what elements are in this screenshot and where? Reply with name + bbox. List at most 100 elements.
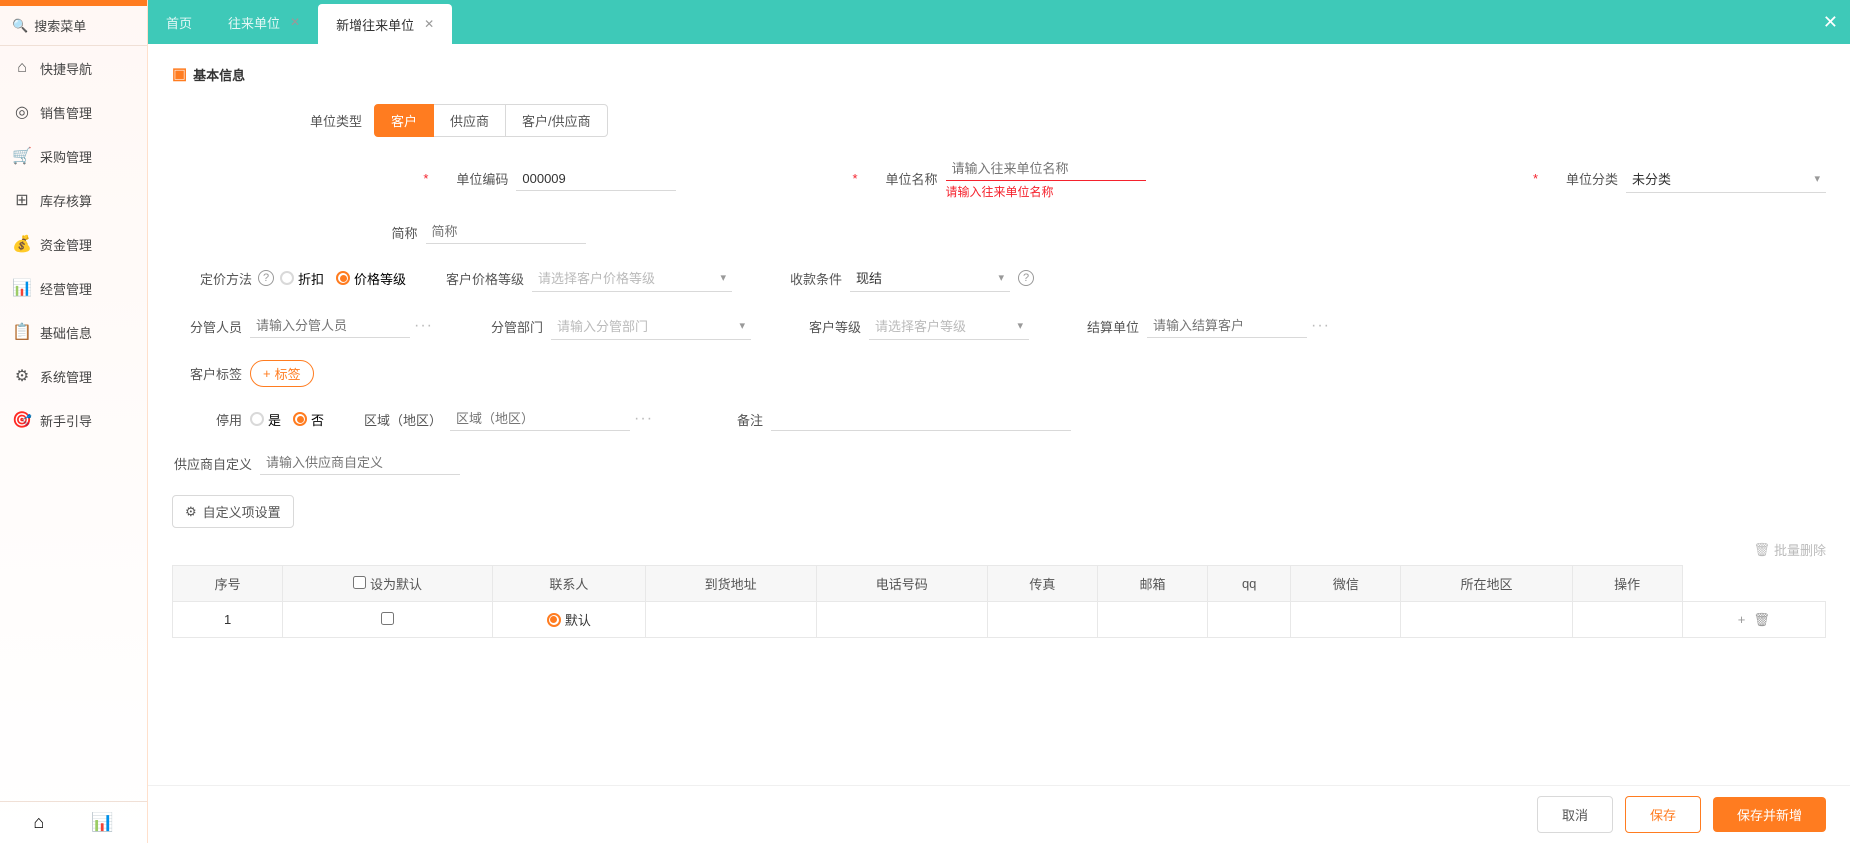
footer-bar: 取消 保存 保存并新增 <box>148 785 1850 843</box>
unit-type-label: 单位类型 <box>292 111 362 130</box>
save-button[interactable]: 保存 <box>1625 796 1701 833</box>
tab-close-new-partner[interactable]: ✕ <box>424 17 434 31</box>
finance-icon: 💰 <box>12 234 32 254</box>
table-header-cell: qq <box>1208 566 1291 602</box>
payment-info-icon[interactable]: ? <box>1018 270 1034 286</box>
unit-category-value: 未分类 <box>1632 169 1671 188</box>
disabled-yes-radio[interactable]: 是 <box>250 410 281 429</box>
short-name-input[interactable] <box>426 220 586 244</box>
column-header-default: 设为默认 <box>366 577 422 592</box>
customer-level-placeholder: 请选择客户等级 <box>875 316 966 335</box>
pricing-row: 定价方法 ? 折扣 价格等级 客户价格等级 请选择客户价格等级 <box>172 264 1826 292</box>
chevron-down-icon4: ▾ <box>739 319 745 332</box>
pricing-method-label: 定价方法 <box>172 269 252 288</box>
unit-type-both-button[interactable]: 客户/供应商 <box>505 104 608 137</box>
payment-terms-select[interactable]: 现结 ▾ <box>850 264 1010 292</box>
sidebar-label-system: 系统管理 <box>40 367 92 386</box>
page-content: ▣ 基本信息 单位类型 客户供应商客户/供应商 * 单位编码 * 单位名称 请输… <box>148 44 1850 785</box>
pricing-level-radio[interactable]: 价格等级 <box>336 269 406 288</box>
customer-level-select[interactable]: 请选择客户等级 ▾ <box>869 312 1029 340</box>
disabled-label: 停用 <box>172 410 242 429</box>
select-all-checkbox[interactable] <box>353 576 366 589</box>
row-default: 默认 <box>493 602 645 638</box>
tab-new-partner[interactable]: 新增往来单位✕ <box>318 4 452 44</box>
unit-category-select[interactable]: 未分类 ▾ <box>1626 165 1826 193</box>
save-new-button[interactable]: 保存并新增 <box>1713 797 1826 832</box>
tab-bar: 首页往来单位✕新增往来单位✕ ✕ <box>148 0 1850 44</box>
default-radio[interactable] <box>547 613 561 627</box>
sidebar-item-inventory[interactable]: ⊞库存核算 <box>0 178 147 222</box>
table-header-cell: 所在地区 <box>1401 566 1572 602</box>
delete-row-button[interactable]: 🗑 <box>1753 612 1770 627</box>
sidebar-item-finance[interactable]: 💰资金管理 <box>0 222 147 266</box>
unit-code-label: 单位编码 <box>438 169 508 188</box>
batch-delete-label[interactable]: 批量删除 <box>1774 540 1826 559</box>
pricing-info-icon[interactable]: ? <box>258 270 274 286</box>
sidebar-item-sales[interactable]: ◎销售管理 <box>0 90 147 134</box>
sidebar-label-inventory: 库存核算 <box>40 191 92 210</box>
manager-input[interactable] <box>250 314 410 338</box>
sales-icon: ◎ <box>12 102 32 122</box>
system-icon: ⚙ <box>12 366 32 386</box>
custom-settings-button[interactable]: ⚙ 自定义项设置 <box>172 495 294 528</box>
manager-dots-button[interactable]: ··· <box>414 317 433 335</box>
sidebar-search[interactable]: 🔍 搜索菜单 <box>0 6 147 46</box>
disabled-field: 停用 是 否 <box>172 410 324 429</box>
settlement-dots-button[interactable]: ··· <box>1311 317 1330 335</box>
unit-code-input[interactable] <box>516 167 676 191</box>
region-dots-button[interactable]: ··· <box>634 410 653 428</box>
tag-label: 客户标签 <box>172 364 242 383</box>
disabled-no-radio[interactable]: 否 <box>293 410 324 429</box>
table-row: 1默认+🗑 <box>173 602 1826 638</box>
sidebar-item-quick-nav[interactable]: ⌂快捷导航 <box>0 46 147 90</box>
close-all-tabs-button[interactable]: ✕ <box>1823 12 1838 33</box>
section-icon: ▣ <box>172 64 187 84</box>
row-cell <box>1097 602 1207 638</box>
custom-settings-label: 自定义项设置 <box>203 502 281 521</box>
tab-home[interactable]: 首页 <box>148 0 210 44</box>
pricing-discount-radio[interactable]: 折扣 <box>280 269 324 288</box>
disabled-region-row: 停用 是 否 区域（地区） ··· <box>172 407 1826 431</box>
row-checkbox[interactable] <box>381 612 394 625</box>
supplier-custom-row: 供应商自定义 <box>172 451 1826 475</box>
section-title: ▣ 基本信息 <box>172 64 1826 84</box>
unit-type-customer-button[interactable]: 客户 <box>374 104 434 137</box>
unit-name-input[interactable] <box>946 157 1146 181</box>
region-field: 区域（地区） ··· <box>364 407 653 431</box>
sidebar-item-basic[interactable]: 📋基础信息 <box>0 310 147 354</box>
remark-label: 备注 <box>693 410 763 429</box>
sidebar-item-operation[interactable]: 📊经营管理 <box>0 266 147 310</box>
sidebar-item-purchase[interactable]: 🛒采购管理 <box>0 134 147 178</box>
add-tag-button[interactable]: + 标签 <box>250 360 314 387</box>
table-header-cell: 微信 <box>1291 566 1401 602</box>
sidebar-item-newbie[interactable]: 🎯新手引导 <box>0 398 147 442</box>
level-label: 价格等级 <box>354 269 406 288</box>
remark-input[interactable] <box>771 407 1071 431</box>
code-name-category-row: * 单位编码 * 单位名称 请输入往来单位名称 * 单位分类 未分类 ▾ <box>172 157 1826 200</box>
tab-close-partners[interactable]: ✕ <box>290 15 300 29</box>
cancel-button[interactable]: 取消 <box>1537 796 1613 833</box>
supplier-custom-input[interactable] <box>260 451 460 475</box>
tab-partners[interactable]: 往来单位✕ <box>210 0 318 44</box>
payment-terms-label: 收款条件 <box>772 269 842 288</box>
manager-label: 分管人员 <box>172 317 242 336</box>
pricing-radio-group: 折扣 价格等级 <box>280 269 406 288</box>
department-select[interactable]: 请输入分管部门 ▾ <box>551 312 751 340</box>
unit-type-supplier-button[interactable]: 供应商 <box>434 104 505 137</box>
payment-terms-field: 收款条件 现结 ▾ ? <box>772 264 1034 292</box>
sidebar-search-label: 搜索菜单 <box>34 16 86 35</box>
row-cell <box>987 602 1097 638</box>
chart-icon[interactable]: 📊 <box>91 812 113 833</box>
sidebar-item-system[interactable]: ⚙ 系统管理 <box>0 354 147 398</box>
region-input[interactable] <box>450 407 630 431</box>
settlement-unit-label: 结算单位 <box>1069 317 1139 336</box>
manager-field: 分管人员 ··· <box>172 314 433 338</box>
remark-field: 备注 <box>693 407 1071 431</box>
customer-level-field: 客户等级 请选择客户等级 ▾ <box>791 312 1029 340</box>
customer-price-level-select[interactable]: 请选择客户价格等级 ▾ <box>532 264 732 292</box>
home-icon[interactable]: ⌂ <box>33 812 44 833</box>
settlement-input-group: ··· <box>1147 314 1330 338</box>
purchase-icon: 🛒 <box>12 146 32 166</box>
settlement-unit-input[interactable] <box>1147 314 1307 338</box>
add-row-button[interactable]: + <box>1738 612 1746 627</box>
